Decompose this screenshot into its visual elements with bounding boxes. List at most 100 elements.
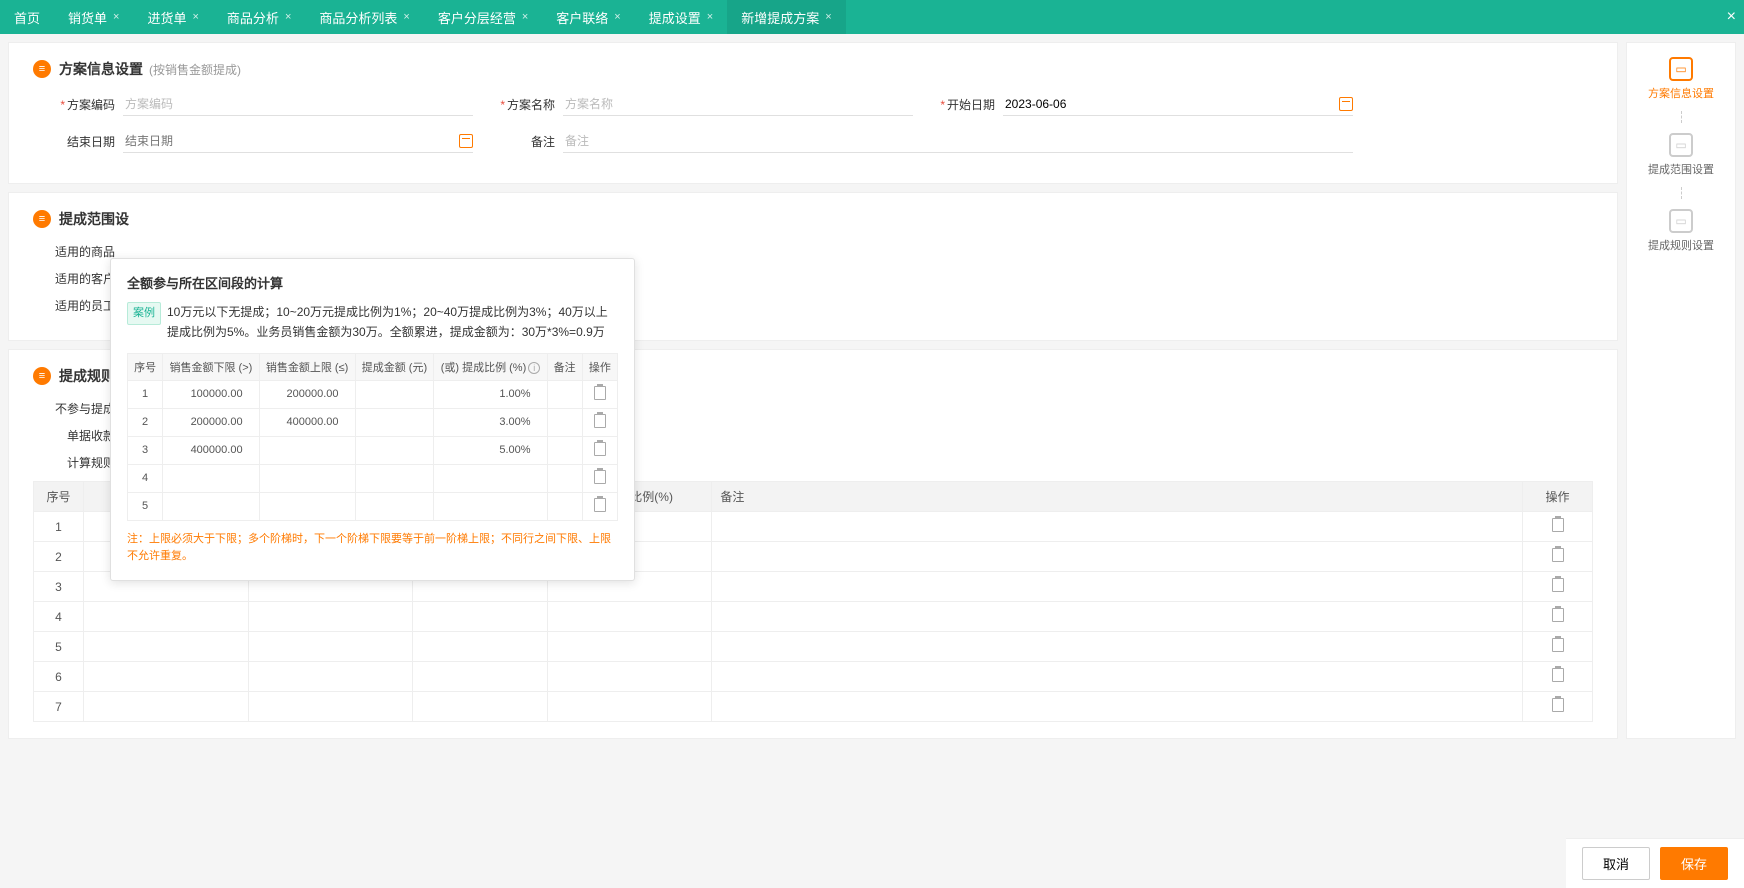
cell-amt[interactable] xyxy=(413,632,548,662)
input-end-date[interactable] xyxy=(123,130,455,152)
c-low: 400000.00 xyxy=(163,436,259,464)
tab-客户分层经营[interactable]: 客户分层经营× xyxy=(424,0,542,34)
c-low: 200000.00 xyxy=(163,408,259,436)
c-high xyxy=(259,492,355,520)
cell-remark[interactable] xyxy=(712,632,1523,662)
cell-low[interactable] xyxy=(84,662,249,692)
delete-icon[interactable] xyxy=(594,414,606,428)
cell-remark[interactable] xyxy=(712,662,1523,692)
c-amt xyxy=(355,492,434,520)
cell-amt[interactable] xyxy=(413,662,548,692)
cell-amt[interactable] xyxy=(413,692,548,722)
cell-low[interactable] xyxy=(84,602,249,632)
cell-remark[interactable] xyxy=(712,512,1523,542)
step-label: 提成范围设置 xyxy=(1648,161,1714,177)
delete-icon[interactable] xyxy=(1552,518,1564,532)
cell-remark[interactable] xyxy=(712,602,1523,632)
pop-col-header: 序号 xyxy=(128,353,163,380)
cell-amt[interactable] xyxy=(413,602,548,632)
popover-note: 注：上限必须大于下限；多个阶梯时，下一个阶梯下限要等于前一阶梯上限；不同行之间下… xyxy=(127,531,618,566)
calendar-icon[interactable] xyxy=(459,134,473,148)
delete-icon[interactable] xyxy=(1552,638,1564,652)
cell-high[interactable] xyxy=(248,632,412,662)
cell-high[interactable] xyxy=(248,602,412,632)
cell-remark[interactable] xyxy=(712,692,1523,722)
tab-bar: 首页销货单×进货单×商品分析×商品分析列表×客户分层经营×客户联络×提成设置×新… xyxy=(0,0,1744,34)
delete-icon[interactable] xyxy=(1552,548,1564,562)
section-icon: ≡ xyxy=(33,60,51,78)
info-icon[interactable]: i xyxy=(528,362,540,374)
delete-icon[interactable] xyxy=(594,498,606,512)
input-plan-code[interactable] xyxy=(123,93,473,116)
cell-high[interactable] xyxy=(248,692,412,722)
delete-icon[interactable] xyxy=(1552,698,1564,712)
input-remark[interactable] xyxy=(563,130,1353,153)
pop-col-header: 备注 xyxy=(547,353,582,380)
save-button[interactable]: 保存 xyxy=(1660,847,1728,880)
delete-icon[interactable] xyxy=(594,386,606,400)
cell-pct[interactable] xyxy=(547,692,711,722)
delete-icon[interactable] xyxy=(1552,668,1564,682)
step-2[interactable]: ▭提成规则设置 xyxy=(1648,209,1714,253)
cell-low[interactable] xyxy=(84,632,249,662)
delete-icon[interactable] xyxy=(594,470,606,484)
tab-close-icon[interactable]: × xyxy=(192,11,198,23)
tab-首页[interactable]: 首页 xyxy=(0,0,54,34)
close-all-tabs[interactable]: × xyxy=(1727,0,1736,34)
delete-icon[interactable] xyxy=(594,442,606,456)
c-rmk xyxy=(547,492,582,520)
c-amt xyxy=(355,408,434,436)
tab-close-icon[interactable]: × xyxy=(825,11,831,23)
input-plan-name[interactable] xyxy=(563,93,913,116)
c-rmk xyxy=(547,408,582,436)
tab-商品分析[interactable]: 商品分析× xyxy=(213,0,305,34)
cancel-button[interactable]: 取消 xyxy=(1582,847,1650,880)
step-label: 提成规则设置 xyxy=(1648,237,1714,253)
label-code: 方案编码 xyxy=(67,98,115,112)
c-low xyxy=(163,464,259,492)
tab-close-icon[interactable]: × xyxy=(707,11,713,23)
step-icon: ▭ xyxy=(1669,133,1693,157)
tab-商品分析列表[interactable]: 商品分析列表× xyxy=(305,0,423,34)
cell-pct[interactable] xyxy=(547,662,711,692)
tab-close-icon[interactable]: × xyxy=(522,11,528,23)
pop-row: 4 xyxy=(128,464,618,492)
cell-seq: 7 xyxy=(34,692,84,722)
tab-进货单[interactable]: 进货单× xyxy=(133,0,212,34)
tab-close-icon[interactable]: × xyxy=(614,11,620,23)
c-n: 2 xyxy=(128,408,163,436)
pop-col-header: 销售金额下限 (>) xyxy=(163,353,259,380)
calendar-icon[interactable] xyxy=(1339,97,1353,111)
c-n: 5 xyxy=(128,492,163,520)
label-end: 结束日期 xyxy=(67,135,115,149)
c-rmk xyxy=(547,436,582,464)
cell-seq: 1 xyxy=(34,512,84,542)
c-pct: 5.00% xyxy=(434,436,547,464)
cell-remark[interactable] xyxy=(712,572,1523,602)
step-label: 方案信息设置 xyxy=(1648,85,1714,101)
c-high: 200000.00 xyxy=(259,380,355,408)
cell-pct[interactable] xyxy=(547,632,711,662)
delete-icon[interactable] xyxy=(1552,608,1564,622)
tab-close-icon[interactable]: × xyxy=(285,11,291,23)
tab-close-icon[interactable]: × xyxy=(403,11,409,23)
step-1[interactable]: ▭ 提成范围设置 xyxy=(1648,133,1714,177)
tab-close-icon[interactable]: × xyxy=(113,11,119,23)
tab-客户联络[interactable]: 客户联络× xyxy=(542,0,634,34)
cell-high[interactable] xyxy=(248,662,412,692)
cell-low[interactable] xyxy=(84,692,249,722)
cell-seq: 4 xyxy=(34,602,84,632)
c-low: 100000.00 xyxy=(163,380,259,408)
cell-pct[interactable] xyxy=(547,602,711,632)
step-0[interactable]: ▭方案信息设置 xyxy=(1648,57,1714,101)
tab-提成设置[interactable]: 提成设置× xyxy=(635,0,727,34)
section-subtitle: (按销售金额提成) xyxy=(149,61,241,78)
cell-remark[interactable] xyxy=(712,542,1523,572)
tab-销货单[interactable]: 销货单× xyxy=(54,0,133,34)
input-start-date[interactable] xyxy=(1003,93,1335,115)
col-header: 序号 xyxy=(34,482,84,512)
tab-新增提成方案[interactable]: 新增提成方案× xyxy=(727,0,845,34)
pop-col-header: (或) 提成比例 (%)i xyxy=(434,353,547,380)
delete-icon[interactable] xyxy=(1552,578,1564,592)
footer-actions: 取消 保存 xyxy=(1566,838,1744,888)
